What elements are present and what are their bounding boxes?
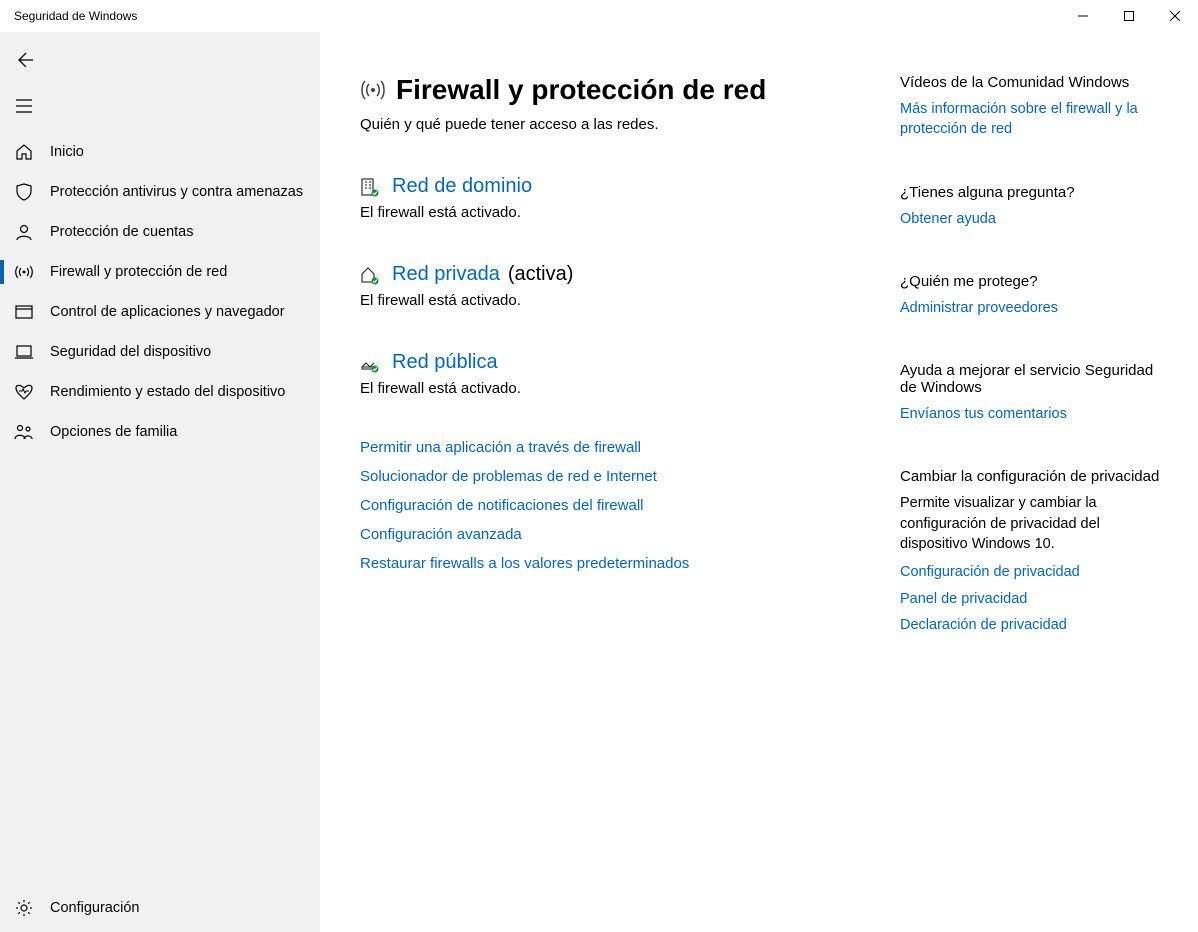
person-icon	[14, 222, 34, 242]
public-network-link[interactable]: Red pública	[392, 351, 498, 374]
sidebar-item-firewall[interactable]: Firewall y protección de red	[0, 252, 320, 292]
heart-icon	[14, 382, 34, 402]
sidebar-item-home[interactable]: Inicio	[0, 132, 320, 172]
sidebar-item-label: Seguridad del dispositivo	[50, 344, 211, 360]
restore-link[interactable]: Restaurar firewalls a los valores predet…	[360, 555, 880, 572]
close-button[interactable]	[1152, 0, 1198, 32]
sidebar-item-device-security[interactable]: Seguridad del dispositivo	[0, 332, 320, 372]
question-head: ¿Tienes alguna pregunta?	[900, 184, 1160, 201]
page-subtitle: Quién y qué puede tener acceso a las red…	[360, 116, 880, 133]
private-network-link[interactable]: Red privada	[392, 263, 500, 286]
back-button[interactable]	[0, 40, 48, 80]
domain-network-link[interactable]: Red de dominio	[392, 175, 532, 198]
sidebar-settings[interactable]: Configuración	[0, 884, 320, 932]
gear-icon	[14, 898, 34, 918]
minimize-button[interactable]	[1060, 0, 1106, 32]
family-icon	[14, 422, 34, 442]
privacy-declaration-link[interactable]: Declaración de privacidad	[900, 615, 1160, 635]
privacy-settings-link[interactable]: Configuración de privacidad	[900, 562, 1160, 582]
help-link[interactable]: Obtener ayuda	[900, 209, 1160, 229]
sidebar-item-label: Control de aplicaciones y navegador	[50, 304, 285, 320]
sidebar-item-account[interactable]: Protección de cuentas	[0, 212, 320, 252]
notifications-link[interactable]: Configuración de notificaciones del fire…	[360, 497, 880, 514]
private-network-icon	[360, 265, 380, 285]
sidebar-item-family[interactable]: Opciones de familia	[0, 412, 320, 452]
minimize-icon	[1078, 11, 1088, 21]
sidebar-item-label: Protección antivirus y contra amenazas	[50, 184, 303, 200]
window-title: Seguridad de Windows	[14, 9, 137, 23]
troubleshoot-link[interactable]: Solucionador de problemas de red e Inter…	[360, 468, 880, 485]
private-network-active: (activa)	[508, 263, 574, 286]
privacy-sub: Permite visualizar y cambiar la configur…	[900, 493, 1160, 554]
public-network-status: El firewall está activado.	[360, 380, 880, 397]
sidebar-item-label: Protección de cuentas	[50, 224, 193, 240]
videos-link[interactable]: Más información sobre el firewall y la p…	[900, 99, 1160, 140]
feedback-link[interactable]: Envíanos tus comentarios	[900, 404, 1160, 424]
public-network-icon	[360, 353, 380, 373]
sidebar-item-health[interactable]: Rendimiento y estado del dispositivo	[0, 372, 320, 412]
menu-button[interactable]	[0, 86, 48, 126]
back-arrow-icon	[15, 51, 33, 69]
domain-network-icon	[360, 177, 380, 197]
sidebar-item-label: Inicio	[50, 144, 84, 160]
maximize-icon	[1124, 11, 1134, 21]
broadcast-icon	[360, 78, 388, 102]
advanced-link[interactable]: Configuración avanzada	[360, 526, 880, 543]
shield-icon	[14, 182, 34, 202]
hamburger-icon	[16, 99, 32, 113]
domain-network-status: El firewall está activado.	[360, 204, 880, 221]
sidebar-item-virus[interactable]: Protección antivirus y contra amenazas	[0, 172, 320, 212]
improve-head: Ayuda a mejorar el servicio Seguridad de…	[900, 362, 1160, 396]
sidebar-item-app-browser[interactable]: Control de aplicaciones y navegador	[0, 292, 320, 332]
maximize-button[interactable]	[1106, 0, 1152, 32]
sidebar-item-label: Opciones de familia	[50, 424, 177, 440]
page-title: Firewall y protección de red	[396, 74, 766, 106]
close-icon	[1170, 11, 1180, 21]
sidebar-item-label: Rendimiento y estado del dispositivo	[50, 384, 285, 400]
privacy-head: Cambiar la configuración de privacidad	[900, 468, 1160, 485]
app-control-icon	[14, 302, 34, 322]
sidebar-item-label: Firewall y protección de red	[50, 264, 227, 280]
privacy-panel-link[interactable]: Panel de privacidad	[900, 589, 1160, 609]
settings-label: Configuración	[50, 900, 139, 916]
broadcast-icon	[14, 262, 34, 282]
protect-head: ¿Quién me protege?	[900, 273, 1160, 290]
home-icon	[14, 142, 34, 162]
videos-head: Vídeos de la Comunidad Windows	[900, 74, 1160, 91]
sidebar: Inicio Protección antivirus y contra ame…	[0, 32, 320, 932]
device-icon	[14, 342, 34, 362]
private-network-status: El firewall está activado.	[360, 292, 880, 309]
allow-app-link[interactable]: Permitir una aplicación a través de fire…	[360, 439, 880, 456]
providers-link[interactable]: Administrar proveedores	[900, 298, 1160, 318]
